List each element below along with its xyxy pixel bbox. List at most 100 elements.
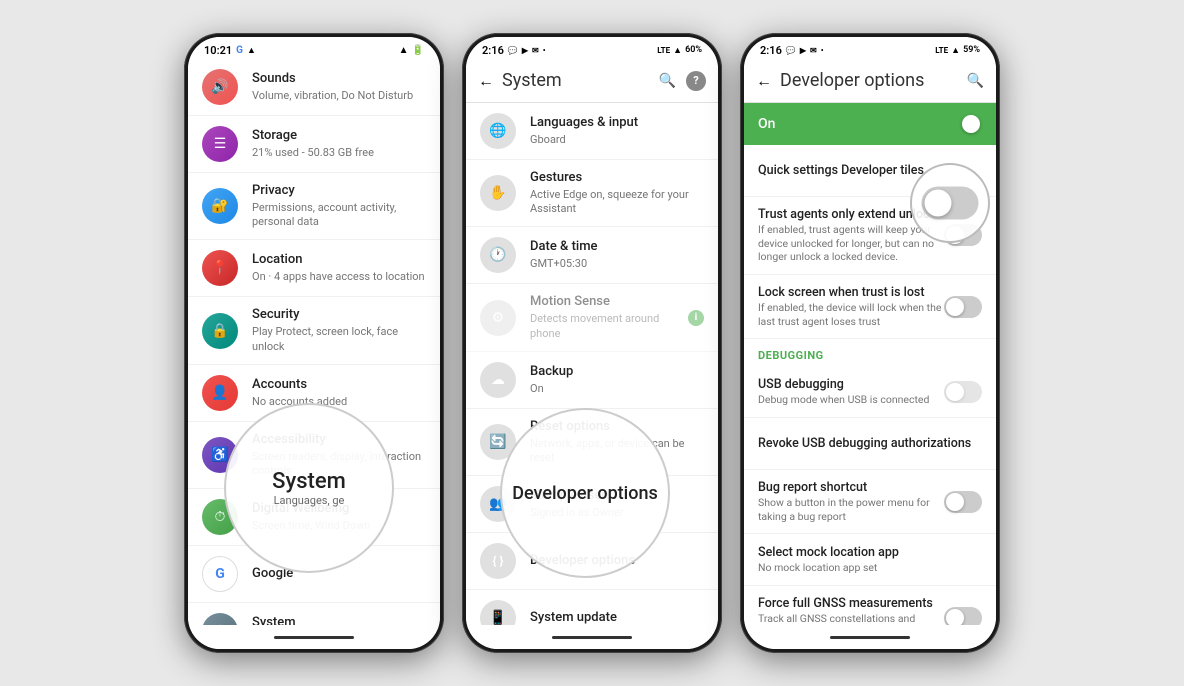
motion-title: Motion Sense	[530, 294, 688, 311]
motion-sub: Detects movement around phone	[530, 312, 688, 341]
usb-circle-highlight	[910, 163, 990, 243]
phone2-help-icon[interactable]: ?	[686, 71, 706, 91]
phone3-back-icon[interactable]: ←	[756, 71, 772, 91]
dev-revokeusb[interactable]: Revoke USB debugging authorizations	[744, 418, 996, 470]
lockscreen-toggle-thumb	[946, 298, 964, 316]
accounts-icon: 👤	[202, 375, 238, 411]
phone1-g-icon: G	[236, 45, 243, 56]
system-languages[interactable]: 🌐 Languages & inputGboard	[466, 103, 718, 160]
phone2-signal: ▲	[673, 45, 682, 56]
motion-info-icon[interactable]: i	[688, 310, 704, 326]
setting-security[interactable]: 🔒 Security Play Protect, screen lock, fa…	[188, 297, 440, 364]
lockscreen-sub: If enabled, the device will lock when th…	[758, 301, 944, 328]
phone3-nav-indicator	[830, 636, 910, 639]
systemupdate-icon: 📱	[480, 600, 516, 625]
usbdebug-toggle[interactable]	[944, 381, 982, 403]
phone2-msg-icon: ✉	[532, 46, 539, 55]
phone3-wa-icon: 💬	[786, 46, 796, 55]
dev-bugreport[interactable]: Bug report shortcut Show a button in the…	[744, 470, 996, 534]
system-backup[interactable]: ☁ BackupOn	[466, 352, 718, 409]
phone2-back-icon[interactable]: ←	[478, 71, 494, 91]
usbdebug-sub: Debug mode when USB is connected	[758, 393, 944, 407]
mocklocation-sub: No mock location app set	[758, 561, 982, 575]
location-title: Location	[252, 252, 426, 269]
google-text: Google	[252, 566, 426, 583]
dev-gnss[interactable]: Force full GNSS measurements Track all G…	[744, 586, 996, 625]
phone1-status-bar: 10:21 G ▲ ▲ 🔋	[188, 37, 440, 59]
usb-circle-toggle-thumb	[925, 190, 952, 217]
storage-title: Storage	[252, 128, 426, 145]
google-icon: G	[202, 556, 238, 592]
system-text: System Languages, gestures, backup	[252, 615, 426, 625]
phone3-header-title: Developer options	[780, 70, 967, 91]
sounds-subtitle: Volume, vibration, Do Not Disturb	[252, 89, 426, 103]
datetime-sub: GMT+05:30	[530, 257, 704, 271]
setting-sounds[interactable]: 🔊 Sounds Volume, vibration, Do Not Distu…	[188, 59, 440, 116]
google-title: Google	[252, 566, 426, 583]
location-text: Location On · 4 apps have access to loca…	[252, 252, 426, 284]
backup-title: Backup	[530, 364, 704, 381]
phone-1: 10:21 G ▲ ▲ 🔋 🔊 Sounds Volume, vibration…	[184, 33, 444, 653]
phone3-battery: 59%	[963, 45, 980, 55]
usbdebug-title: USB debugging	[758, 377, 944, 392]
privacy-title: Privacy	[252, 183, 426, 200]
phone1-bottom-bar	[188, 625, 440, 649]
setting-system[interactable]: ⚙ System Languages, gestures, backup	[188, 603, 440, 625]
setting-location[interactable]: 📍 Location On · 4 apps have access to lo…	[188, 240, 440, 297]
phone3-yt-icon: ▶	[800, 46, 806, 55]
system-gestures[interactable]: ✋ GesturesActive Edge on, squeeze for yo…	[466, 160, 718, 227]
gnss-toggle-thumb	[946, 609, 964, 625]
gnss-toggle[interactable]	[944, 607, 982, 625]
phone3-app-header: ← Developer options 🔍	[744, 59, 996, 103]
bugreport-toggle-thumb	[946, 493, 964, 511]
languages-sub: Gboard	[530, 133, 704, 147]
location-subtitle: On · 4 apps have access to location	[252, 270, 426, 284]
gestures-sub: Active Edge on, squeeze for your Assista…	[530, 188, 704, 217]
dev-lockscreen[interactable]: Lock screen when trust is lost If enable…	[744, 275, 996, 339]
lockscreen-toggle[interactable]	[944, 296, 982, 318]
phone3-search-icon[interactable]: 🔍	[967, 73, 984, 89]
bugreport-toggle[interactable]	[944, 491, 982, 513]
system-title: System	[252, 615, 426, 625]
phone1-circle-highlight: System Languages, ge	[224, 403, 394, 573]
phone2-dot-icon: •	[543, 46, 546, 55]
privacy-text: Privacy Permissions, account activity, p…	[252, 183, 426, 229]
phone-2: 2:16 💬 ▶ ✉ • LTE ▲ 60% ← System 🔍 ?	[462, 33, 722, 653]
accounts-subtitle: No accounts added	[252, 395, 426, 409]
phone2-time: 2:16	[482, 44, 504, 57]
dev-master-toggle[interactable]	[944, 113, 982, 135]
phone2-header-title: System	[502, 70, 659, 91]
phone2-nav-indicator	[552, 636, 632, 639]
setting-storage[interactable]: ☰ Storage 21% used - 50.83 GB free	[188, 116, 440, 173]
revokeusb-title: Revoke USB debugging authorizations	[758, 436, 982, 451]
phone3-msg-icon: ✉	[810, 46, 817, 55]
usbdebug-toggle-thumb	[946, 383, 964, 401]
system-motion[interactable]: ⚙ Motion SenseDetects movement around ph…	[466, 284, 718, 351]
phone1-battery-icon: 🔋	[412, 45, 424, 56]
phone1-wifi-icon: ▲	[399, 45, 409, 56]
mocklocation-title: Select mock location app	[758, 545, 982, 560]
backup-icon: ☁	[480, 362, 516, 398]
sounds-text: Sounds Volume, vibration, Do Not Disturb	[252, 71, 426, 103]
dev-master-toggle-thumb	[962, 115, 980, 133]
usb-circle-toggle[interactable]	[922, 187, 979, 220]
phone2-yt-icon: ▶	[522, 46, 528, 55]
dev-mocklocation[interactable]: Select mock location app No mock locatio…	[744, 534, 996, 586]
phones-container: 10:21 G ▲ ▲ 🔋 🔊 Sounds Volume, vibration…	[164, 13, 1020, 673]
phone2-bottom-bar	[466, 625, 718, 649]
dev-usbdebug[interactable]: USB debugging Debug mode when USB is con…	[744, 366, 996, 418]
phone-3: 2:16 💬 ▶ ✉ • LTE ▲ 59% ← Developer optio…	[740, 33, 1000, 653]
system-icon: ⚙	[202, 613, 238, 625]
system-datetime[interactable]: 🕐 Date & timeGMT+05:30	[466, 227, 718, 284]
motion-icon: ⚙	[480, 300, 516, 336]
phone2-search-icon[interactable]: 🔍	[659, 73, 676, 89]
system-update[interactable]: 📱 System update	[466, 590, 718, 625]
dev-on-bar: On	[744, 103, 996, 145]
security-subtitle: Play Protect, screen lock, face unlock	[252, 325, 426, 354]
gnss-title: Force full GNSS measurements	[758, 596, 944, 611]
security-title: Security	[252, 307, 426, 324]
sounds-icon: 🔊	[202, 69, 238, 105]
circle1-main: System	[272, 469, 346, 494]
security-text: Security Play Protect, screen lock, face…	[252, 307, 426, 353]
setting-privacy[interactable]: 🔐 Privacy Permissions, account activity,…	[188, 173, 440, 240]
